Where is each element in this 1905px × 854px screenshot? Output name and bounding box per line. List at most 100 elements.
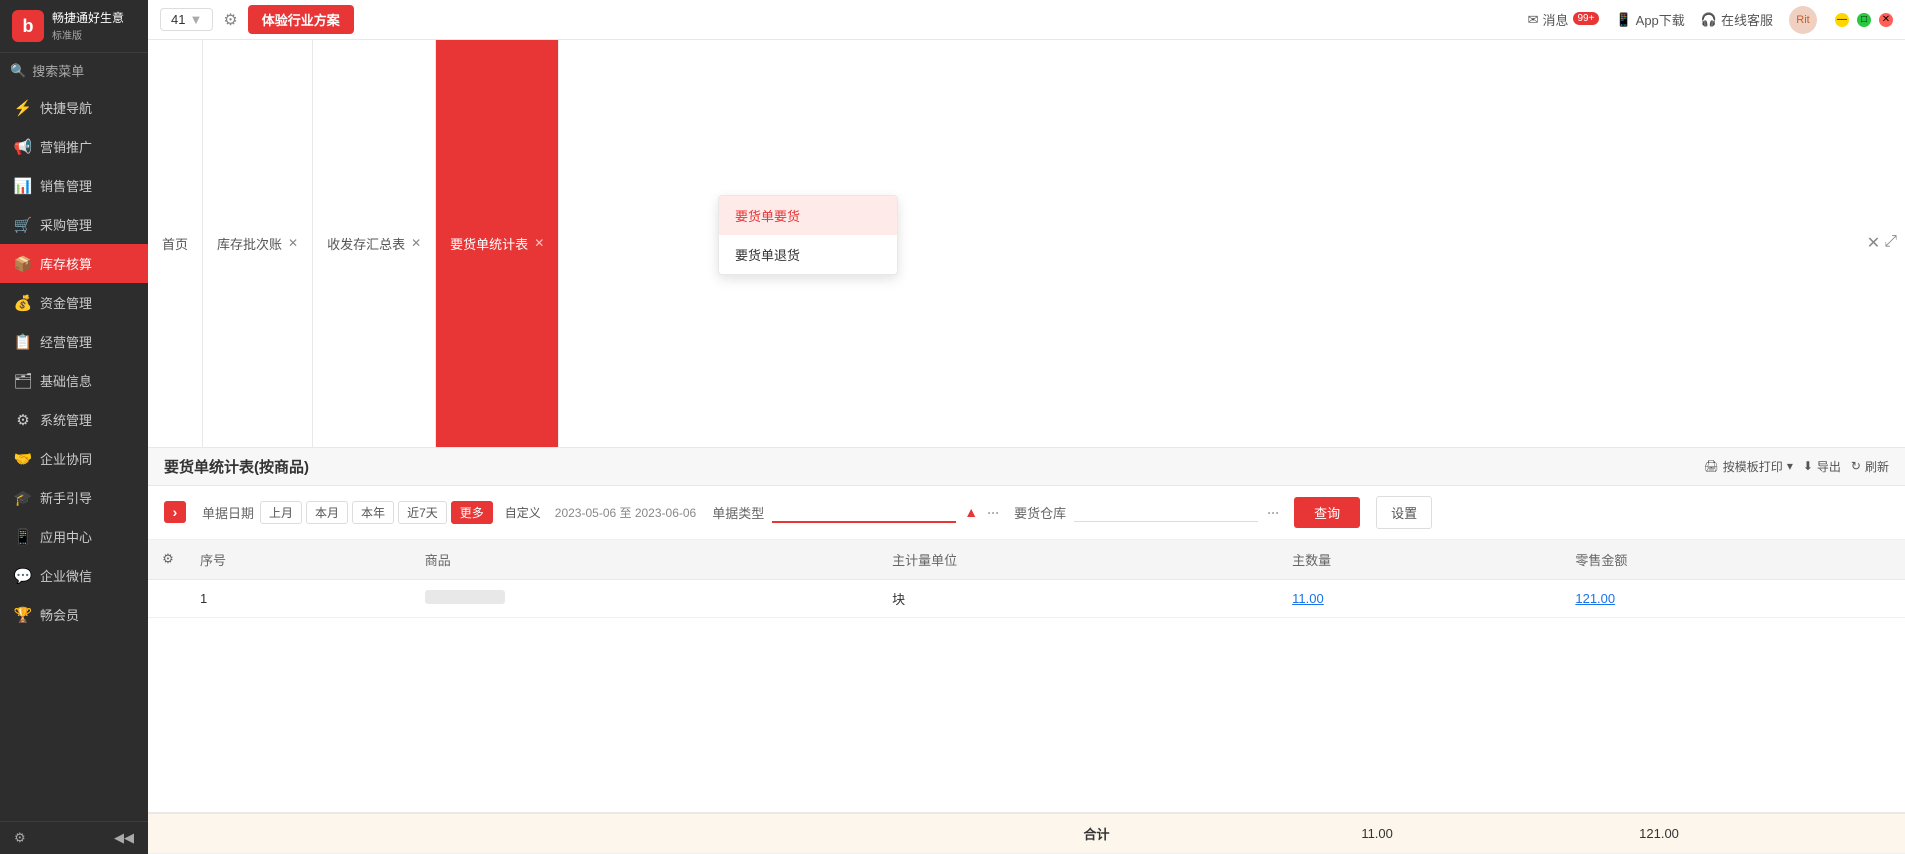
warehouse-label: 要货仓库: [1014, 503, 1066, 522]
sidebar-item-operations[interactable]: 📋 经营管理: [0, 322, 148, 361]
minimize-btn[interactable]: —: [1835, 13, 1849, 27]
page-actions: 🖨 按模板打印 ▾ ⬇ 导出 ↻ 刷新: [1704, 458, 1889, 475]
td-qty: 11.00: [1280, 579, 1563, 617]
td-amount-link[interactable]: 121.00: [1575, 591, 1615, 606]
table-row: 1 块 11.00 121.00: [148, 579, 1905, 617]
warehouse-dots[interactable]: ···: [1266, 502, 1278, 523]
sidebar-item-finance[interactable]: 💰 资金管理: [0, 283, 148, 322]
sidebar-logo: b 畅捷通好生意 标准版: [0, 0, 148, 53]
tab-home[interactable]: 首页: [148, 40, 203, 447]
summary-qty: 11.00: [1349, 814, 1627, 854]
trial-button[interactable]: 体验行业方案: [248, 5, 354, 34]
message-icon: ✉: [1528, 12, 1539, 28]
app-sub: 标准版: [52, 27, 124, 42]
sidebar-item-wechat[interactable]: 💬 企业微信: [0, 556, 148, 595]
wechat-icon: 💬: [14, 567, 32, 585]
sidebar-item-collab[interactable]: 🤝 企业协同: [0, 439, 148, 478]
sidebar-item-marketing[interactable]: 📢 营销推广: [0, 127, 148, 166]
th-unit: 主计量单位: [880, 540, 1280, 580]
sidebar-item-purchase[interactable]: 🛒 采购管理: [0, 205, 148, 244]
sidebar: b 畅捷通好生意 标准版 🔍 搜索菜单 ⚡ 快捷导航 📢 营销推广 📊 销售管理…: [0, 0, 148, 854]
type-dropdown-arrow[interactable]: ▲: [964, 504, 978, 520]
th-qty: 主数量: [1280, 540, 1563, 580]
sidebar-item-sales[interactable]: 📊 销售管理: [0, 166, 148, 205]
operations-icon: 📋: [14, 333, 32, 351]
data-table: ⚙ 序号 商品 主计量单位 主数量 零售金额 1: [148, 540, 1905, 618]
print-btn[interactable]: 🖨 按模板打印 ▾: [1704, 458, 1793, 475]
sidebar-item-member[interactable]: 🏆 畅会员: [0, 595, 148, 634]
tab-expand-icon[interactable]: ⤢: [1884, 233, 1897, 253]
maximize-btn[interactable]: □: [1857, 13, 1871, 27]
close-btn[interactable]: ✕: [1879, 13, 1893, 27]
tab-batch[interactable]: 库存批次账 ✕: [203, 40, 313, 447]
product-skeleton: [425, 590, 505, 604]
sidebar-item-system[interactable]: ⚙ 系统管理: [0, 400, 148, 439]
app-logo-icon: b: [12, 10, 44, 42]
window-controls: — □ ✕: [1835, 13, 1893, 27]
th-amount: 零售金额: [1563, 540, 1905, 580]
sidebar-item-basic[interactable]: 🗂 基础信息: [0, 361, 148, 400]
type-dots[interactable]: ···: [986, 502, 998, 523]
export-btn[interactable]: ⬇ 导出: [1803, 458, 1841, 475]
messages-btn[interactable]: ✉ 消息 99+: [1528, 10, 1600, 29]
summary-row: 合计 11.00 121.00: [148, 812, 1905, 854]
type-filter-group: 单据类型 ▲ ···: [712, 502, 998, 523]
header-right: ✉ 消息 99+ 📱 App下载 🎧 在线客服 Rit: [1528, 6, 1817, 34]
sales-icon: 📊: [14, 177, 32, 195]
warehouse-input[interactable]: [1074, 502, 1258, 522]
settings-gear-icon[interactable]: ⚙: [223, 10, 237, 30]
td-qty-link[interactable]: 11.00: [1292, 591, 1324, 606]
type-select-input[interactable]: [772, 502, 956, 523]
refresh-btn[interactable]: ↻ 刷新: [1851, 458, 1889, 475]
sidebar-item-guide[interactable]: 🎓 新手引导: [0, 478, 148, 517]
print-icon: 🖨: [1704, 459, 1719, 473]
sidebar-item-apps[interactable]: 📱 应用中心: [0, 517, 148, 556]
member-icon: 🏆: [14, 606, 32, 624]
online-service-btn[interactable]: 🎧 在线客服: [1701, 10, 1773, 29]
sidebar-search[interactable]: 🔍 搜索菜单: [0, 53, 148, 88]
settings-button[interactable]: 设置: [1376, 496, 1432, 529]
sidebar-item-quicknav[interactable]: ⚡ 快捷导航: [0, 88, 148, 127]
sidebar-item-inventory[interactable]: 📦 库存核算: [0, 244, 148, 283]
apps-icon: 📱: [14, 528, 32, 546]
date-7days[interactable]: 近7天: [398, 501, 447, 524]
summary-label: 合计: [1071, 814, 1349, 854]
date-more[interactable]: 更多: [451, 501, 493, 524]
app-download-btn[interactable]: 📱 App下载: [1615, 10, 1684, 29]
date-custom[interactable]: 自定义: [497, 502, 549, 523]
sidebar-settings-icon[interactable]: ⚙: [14, 830, 26, 846]
date-this-year[interactable]: 本年: [352, 501, 394, 524]
table-container[interactable]: ⚙ 序号 商品 主计量单位 主数量 零售金额 1: [148, 540, 1905, 813]
warehouse-filter-group: 要货仓库 ···: [1014, 502, 1278, 523]
purchase-icon: 🛒: [14, 216, 32, 234]
summary-table: 合计 11.00 121.00: [148, 814, 1905, 854]
query-button[interactable]: 查询: [1294, 497, 1360, 528]
tab-receipt[interactable]: 收发存汇总表 ✕: [313, 40, 436, 447]
user-avatar[interactable]: Rit: [1789, 6, 1817, 34]
tab-order-stat[interactable]: 要货单统计表 ✕: [436, 40, 559, 447]
summary-amount: 121.00: [1627, 814, 1905, 854]
print-dropdown-icon: ▾: [1787, 459, 1793, 473]
sidebar-collapse-btn[interactable]: ◀◀: [114, 830, 134, 846]
top-header-bar: 41 ▼ ⚙ 体验行业方案 ✉ 消息 99+ 📱 App下载 🎧 在线客服 Ri…: [148, 0, 1905, 40]
page-title: 要货单统计表(按商品): [164, 456, 309, 477]
phone-icon: 📱: [1615, 12, 1631, 28]
date-prev-month[interactable]: 上月: [260, 501, 302, 524]
system-icon: ⚙: [14, 411, 32, 429]
tab-batch-close[interactable]: ✕: [288, 236, 298, 250]
collab-icon: 🤝: [14, 450, 32, 468]
search-icon: 🔍: [10, 63, 26, 79]
td-settings: [148, 579, 188, 617]
tab-close-all-icon[interactable]: ✕: [1867, 233, 1880, 253]
store-selector[interactable]: 41 ▼: [160, 8, 213, 31]
date-filter-group: 单据日期 上月 本月 本年 近7天 更多 自定义 2023-05-06 至 20…: [202, 501, 696, 524]
table-header-row: ⚙ 序号 商品 主计量单位 主数量 零售金额: [148, 540, 1905, 580]
date-this-month[interactable]: 本月: [306, 501, 348, 524]
tab-receipt-close[interactable]: ✕: [411, 236, 421, 250]
td-unit: 块: [880, 579, 1280, 617]
quicknav-icon: ⚡: [14, 99, 32, 117]
th-settings[interactable]: ⚙: [148, 540, 188, 580]
tab-order-stat-close[interactable]: ✕: [534, 236, 544, 250]
expand-btn[interactable]: ›: [164, 501, 186, 523]
sidebar-nav: ⚡ 快捷导航 📢 营销推广 📊 销售管理 🛒 采购管理 📦 库存核算 💰 资金管…: [0, 88, 148, 821]
